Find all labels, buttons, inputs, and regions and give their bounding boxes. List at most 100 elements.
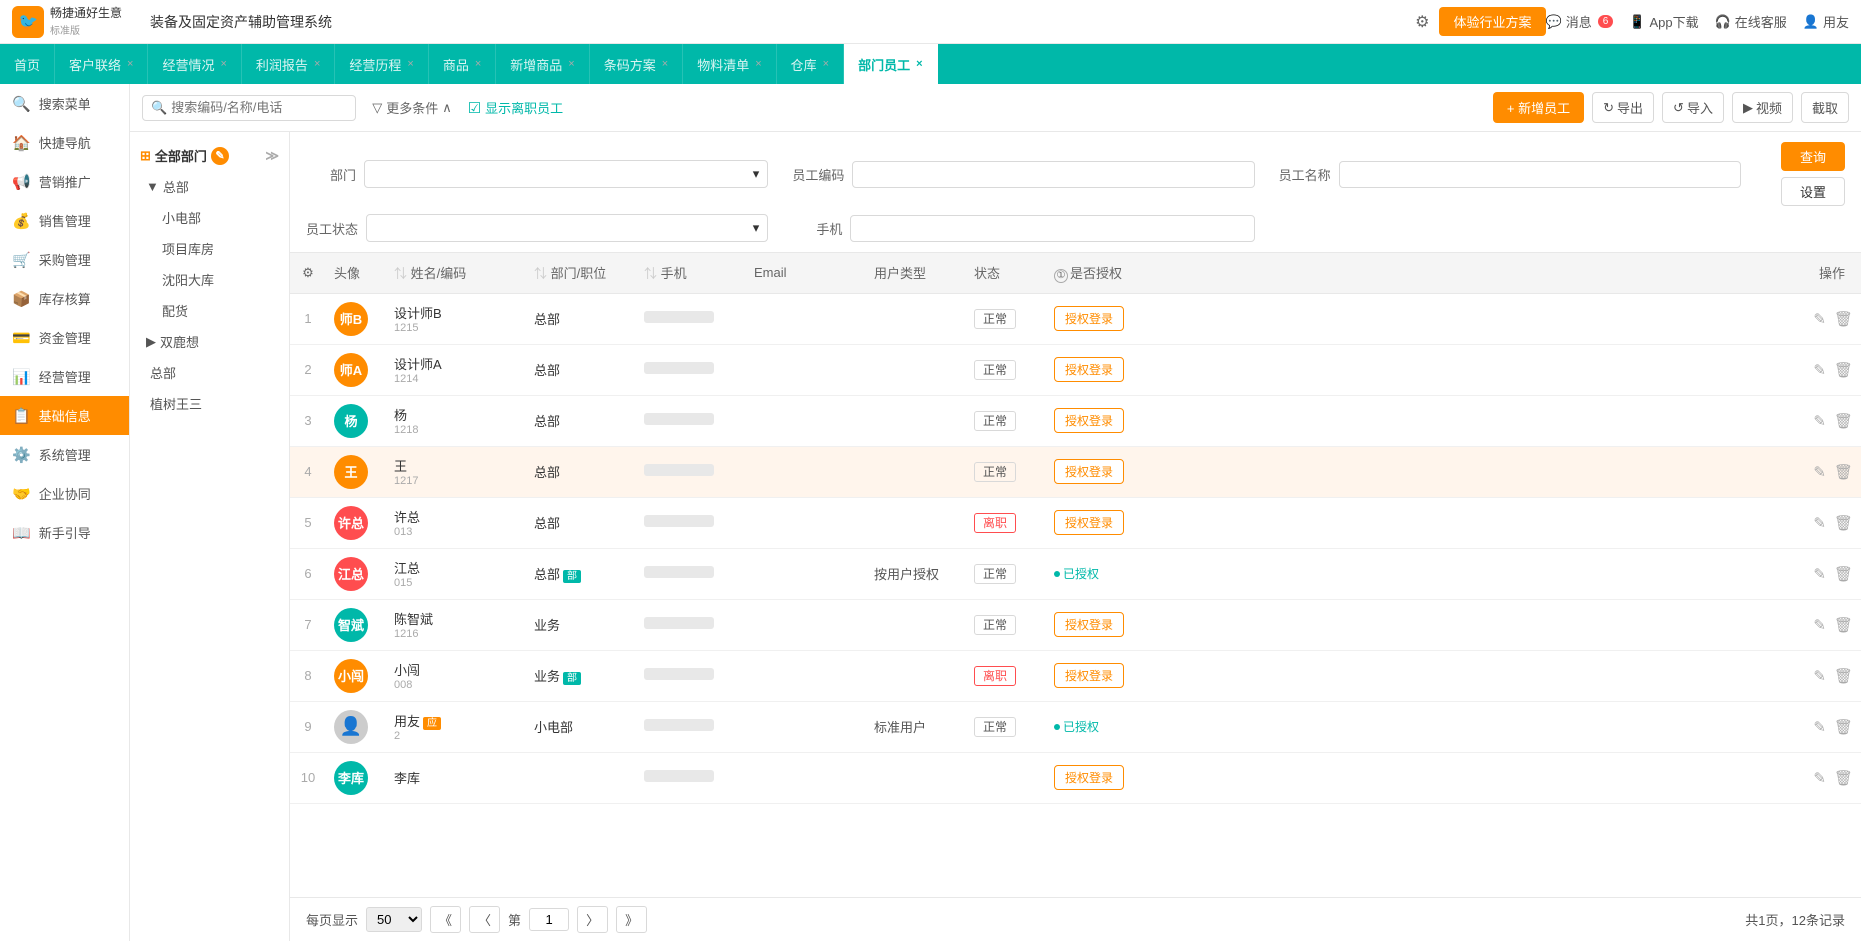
col-phone[interactable]: ⇅ 手机 xyxy=(636,253,746,293)
next-page-button[interactable]: 〉 xyxy=(577,906,608,933)
add-employee-button[interactable]: + 新增员工 xyxy=(1493,92,1584,123)
per-page-select[interactable]: 50 100 200 xyxy=(366,907,422,932)
emp-name-input[interactable] xyxy=(1339,161,1741,188)
dept-item-植树王三[interactable]: 植树王三 xyxy=(130,388,289,419)
delete-icon[interactable]: 🗑 xyxy=(1834,718,1853,736)
auth-button[interactable]: 授权登录 xyxy=(1054,510,1124,535)
delete-icon[interactable]: 🗑 xyxy=(1834,514,1853,532)
auth-button[interactable]: 授权登录 xyxy=(1054,408,1124,433)
edit-icon[interactable]: ✎ xyxy=(1813,565,1826,583)
delete-icon[interactable]: 🗑 xyxy=(1834,616,1853,634)
tab-close-icon[interactable]: × xyxy=(475,58,481,70)
delete-icon[interactable]: 🗑 xyxy=(1834,310,1853,328)
sidebar-item-营销推广[interactable]: 📢营销推广 xyxy=(0,162,129,201)
auth-button[interactable]: 授权登录 xyxy=(1054,306,1124,331)
delete-icon[interactable]: 🗑 xyxy=(1834,667,1853,685)
sidebar-item-资金管理[interactable]: 💳资金管理 xyxy=(0,318,129,357)
auth-button[interactable]: 授权登录 xyxy=(1054,765,1124,790)
more-filter-button[interactable]: ▽ 更多条件 ∧ xyxy=(364,94,460,121)
nav-tab-客户联络[interactable]: 客户联络× xyxy=(55,44,148,84)
dept-collapse-icon[interactable]: ≫ xyxy=(265,148,279,164)
dept-item-双鹿想[interactable]: ▶ 双鹿想 xyxy=(130,326,289,357)
tab-close-icon[interactable]: × xyxy=(823,58,829,70)
delete-icon[interactable]: 🗑 xyxy=(1834,769,1853,787)
dept-item-总部[interactable]: 总部 xyxy=(130,357,289,388)
edit-icon[interactable]: ✎ xyxy=(1813,616,1826,634)
edit-icon[interactable]: ✎ xyxy=(1813,667,1826,685)
dept-item-总部[interactable]: ▼ 总部 xyxy=(130,171,289,202)
query-button[interactable]: 查询 xyxy=(1781,142,1845,171)
delete-icon[interactable]: 🗑 xyxy=(1834,565,1853,583)
dept-settings-icon[interactable]: ✎ xyxy=(211,147,229,165)
col-settings[interactable]: ⚙ xyxy=(290,253,326,293)
export-button[interactable]: ↻ 导出 xyxy=(1592,92,1654,123)
emp-status-select[interactable]: ▾ xyxy=(366,214,768,242)
dept-filter-select[interactable]: ▾ xyxy=(364,160,768,188)
last-page-button[interactable]: 》 xyxy=(616,906,647,933)
search-box[interactable]: 🔍 xyxy=(142,95,356,121)
tab-close-icon[interactable]: × xyxy=(916,58,922,70)
edit-icon[interactable]: ✎ xyxy=(1813,769,1826,787)
reset-button[interactable]: 设置 xyxy=(1781,177,1845,206)
delete-icon[interactable]: 🗑 xyxy=(1834,361,1853,379)
sidebar-item-搜索菜单[interactable]: 🔍搜索菜单 xyxy=(0,84,129,123)
emp-code-input[interactable] xyxy=(852,161,1254,188)
message-button[interactable]: 💬 消息 6 xyxy=(1546,12,1614,31)
edit-icon[interactable]: ✎ xyxy=(1813,718,1826,736)
import-button[interactable]: ↺ 导入 xyxy=(1662,92,1724,123)
more-button[interactable]: 截取 xyxy=(1801,92,1849,123)
nav-tab-条码方案[interactable]: 条码方案× xyxy=(590,44,683,84)
nav-tab-物料清单[interactable]: 物料清单× xyxy=(683,44,776,84)
tab-close-icon[interactable]: × xyxy=(220,58,226,70)
app-download-button[interactable]: 📱 App下载 xyxy=(1629,12,1698,31)
col-name[interactable]: ⇅ 姓名/编码 xyxy=(386,253,526,293)
nav-tab-首页[interactable]: 首页 xyxy=(0,44,55,84)
search-input[interactable] xyxy=(171,100,347,115)
edit-icon[interactable]: ✎ xyxy=(1813,310,1826,328)
nav-tab-利润报告[interactable]: 利润报告× xyxy=(242,44,335,84)
sidebar-item-库存核算[interactable]: 📦库存核算 xyxy=(0,279,129,318)
dept-item-沈阳大库[interactable]: 沈阳大库 xyxy=(130,264,289,295)
auth-button[interactable]: 授权登录 xyxy=(1054,612,1124,637)
tab-close-icon[interactable]: × xyxy=(662,58,668,70)
edit-icon[interactable]: ✎ xyxy=(1813,412,1826,430)
nav-tab-商品[interactable]: 商品× xyxy=(429,44,496,84)
sidebar-item-系统管理[interactable]: ⚙️系统管理 xyxy=(0,435,129,474)
sidebar-item-新手引导[interactable]: 📖新手引导 xyxy=(0,513,129,552)
view-button[interactable]: ▶ 视频 xyxy=(1732,92,1793,123)
tab-close-icon[interactable]: × xyxy=(127,58,133,70)
show-resigned-checkbox[interactable]: ☑ 显示离职员工 xyxy=(468,98,563,117)
prev-page-button[interactable]: 〈 xyxy=(469,906,500,933)
nav-tab-经营情况[interactable]: 经营情况× xyxy=(148,44,241,84)
sidebar-item-销售管理[interactable]: 💰销售管理 xyxy=(0,201,129,240)
edit-icon[interactable]: ✎ xyxy=(1813,514,1826,532)
nav-tab-仓库[interactable]: 仓库× xyxy=(777,44,844,84)
sidebar-item-采购管理[interactable]: 🛒采购管理 xyxy=(0,240,129,279)
sidebar-item-快捷导航[interactable]: 🏠快捷导航 xyxy=(0,123,129,162)
edit-icon[interactable]: ✎ xyxy=(1813,463,1826,481)
col-dept[interactable]: ⇅ 部门/职位 xyxy=(526,253,636,293)
tab-close-icon[interactable]: × xyxy=(314,58,320,70)
nav-tab-经营历程[interactable]: 经营历程× xyxy=(335,44,428,84)
online-service-button[interactable]: 🎧 在线客服 xyxy=(1715,12,1787,31)
auth-button[interactable]: 授权登录 xyxy=(1054,663,1124,688)
tab-close-icon[interactable]: × xyxy=(755,58,761,70)
first-page-button[interactable]: 《 xyxy=(430,906,461,933)
sidebar-item-企业协同[interactable]: 🤝企业协同 xyxy=(0,474,129,513)
sidebar-item-基础信息[interactable]: 📋基础信息 xyxy=(0,396,129,435)
delete-icon[interactable]: 🗑 xyxy=(1834,463,1853,481)
sidebar-item-经营管理[interactable]: 📊经营管理 xyxy=(0,357,129,396)
tab-close-icon[interactable]: × xyxy=(407,58,413,70)
gear-icon[interactable]: ⚙ xyxy=(1415,12,1429,32)
edit-icon[interactable]: ✎ xyxy=(1813,361,1826,379)
dept-item-项目库房[interactable]: 项目库房 xyxy=(130,233,289,264)
auth-button[interactable]: 授权登录 xyxy=(1054,459,1124,484)
user-button[interactable]: 👤 用友 xyxy=(1803,12,1849,31)
delete-icon[interactable]: 🗑 xyxy=(1834,412,1853,430)
trial-button[interactable]: 体验行业方案 xyxy=(1439,7,1545,36)
dept-item-小电部[interactable]: 小电部 xyxy=(130,202,289,233)
auth-button[interactable]: 授权登录 xyxy=(1054,357,1124,382)
tab-close-icon[interactable]: × xyxy=(568,58,574,70)
page-input[interactable] xyxy=(529,908,569,931)
nav-tab-新增商品[interactable]: 新增商品× xyxy=(496,44,589,84)
